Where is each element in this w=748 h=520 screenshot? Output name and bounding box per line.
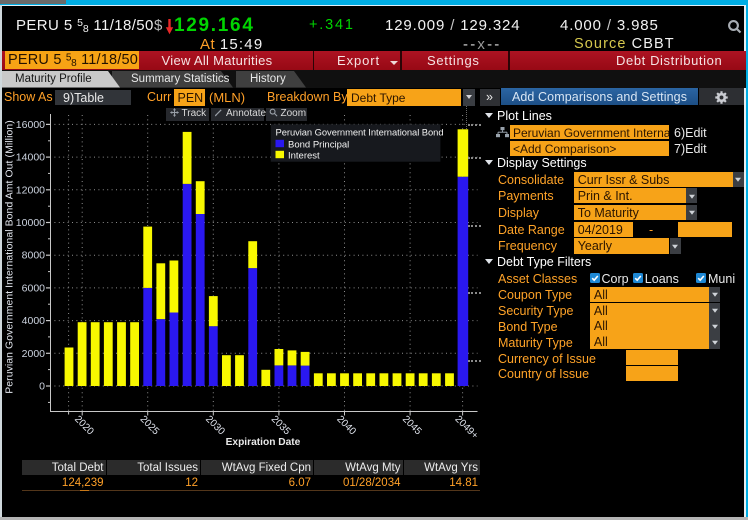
svg-text:2030: 2030: [203, 414, 227, 438]
svg-text:2035: 2035: [269, 414, 293, 438]
svg-text:2020: 2020: [72, 414, 96, 438]
svg-text:2000: 2000: [22, 348, 46, 360]
svg-text:Expiration Date: Expiration Date: [226, 437, 301, 448]
svg-text:2045: 2045: [400, 414, 424, 438]
svg-text:Peruvian Government Internatio: Peruvian Government International Bond: [276, 126, 444, 137]
svg-text:2025: 2025: [138, 414, 162, 438]
svg-text:4000: 4000: [22, 315, 46, 327]
svg-text:14000: 14000: [16, 152, 45, 164]
svg-text:8000: 8000: [22, 250, 46, 262]
svg-text:Peruvian Government Internatio: Peruvian Government International Bond A…: [5, 120, 16, 394]
svg-text:6000: 6000: [22, 282, 46, 294]
svg-text:16000: 16000: [16, 119, 45, 131]
svg-text:Bond Principal: Bond Principal: [288, 139, 349, 150]
svg-text:0: 0: [39, 381, 45, 393]
svg-text:2049+: 2049+: [452, 414, 480, 442]
svg-text:2040: 2040: [334, 414, 358, 438]
svg-text:10000: 10000: [16, 217, 45, 229]
svg-text:12000: 12000: [16, 184, 45, 196]
svg-text:Interest: Interest: [288, 150, 320, 161]
